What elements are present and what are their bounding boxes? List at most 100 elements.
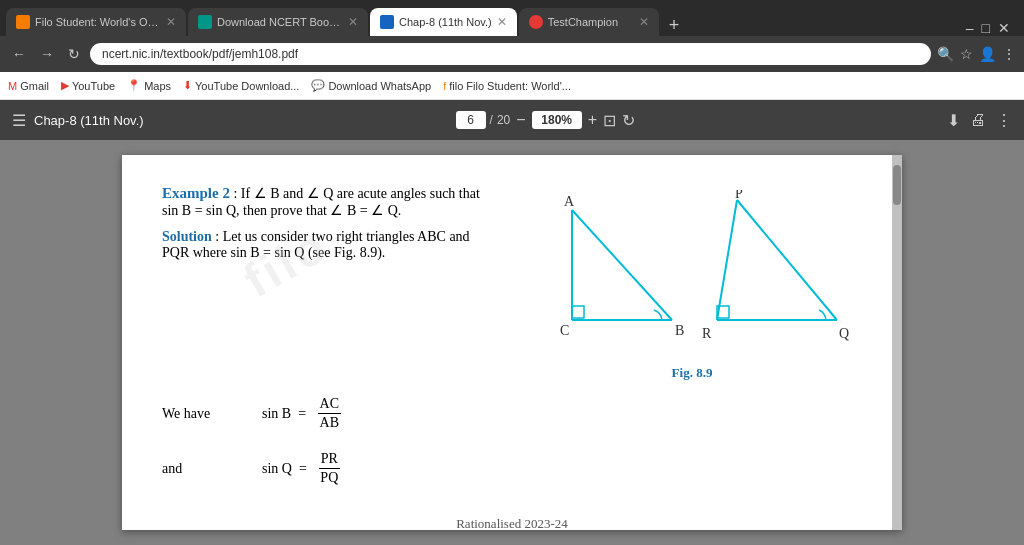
- tab-ncert-close[interactable]: ✕: [348, 15, 358, 29]
- tab-testchampion[interactable]: TestChampion ✕: [519, 8, 659, 36]
- svg-text:Q: Q: [839, 326, 849, 341]
- rotate-button[interactable]: ↻: [622, 111, 635, 130]
- bookmarks-bar: M Gmail ▶ YouTube 📍 Maps ⬇ YouTube Downl…: [0, 72, 1024, 100]
- svg-line-9: [737, 200, 837, 320]
- content-right: A C B P R: [522, 185, 862, 381]
- account-icon[interactable]: 👤: [979, 46, 996, 62]
- minimize-button[interactable]: –: [966, 20, 974, 36]
- filo-favicon: f: [443, 80, 446, 92]
- we-have-label: We have: [162, 406, 242, 422]
- tab-chap8-close[interactable]: ✕: [497, 15, 507, 29]
- bookmark-gmail-label: Gmail: [20, 80, 49, 92]
- sinQ-equation: sin Q = PR PQ: [262, 451, 340, 486]
- bookmark-filo[interactable]: f filo Filo Student: World'...: [443, 80, 571, 92]
- menu-icon[interactable]: ☰: [12, 111, 26, 130]
- print-button[interactable]: 🖨: [970, 111, 986, 129]
- page-total: 20: [497, 113, 510, 127]
- sinB-fraction: AC AB: [318, 396, 341, 431]
- back-button[interactable]: ←: [8, 44, 30, 64]
- tab-filo-close[interactable]: ✕: [166, 15, 176, 29]
- window-controls: – □ ✕: [958, 20, 1018, 36]
- svg-text:R: R: [702, 326, 712, 341]
- bookmark-ytdownload-label: YouTube Download...: [195, 80, 299, 92]
- restore-button[interactable]: □: [982, 20, 990, 36]
- tab-testchampion-label: TestChampion: [548, 16, 634, 28]
- maps-favicon: 📍: [127, 79, 141, 92]
- bookmark-filo-label: filo Filo Student: World'...: [449, 80, 571, 92]
- bookmark-ytdownload[interactable]: ⬇ YouTube Download...: [183, 79, 299, 92]
- toolbar-icons: 🔍 ☆ 👤 ⋮: [937, 46, 1016, 62]
- more-icon[interactable]: ⋮: [1002, 46, 1016, 62]
- svg-text:A: A: [564, 194, 575, 209]
- triangles-svg: A C B P R: [532, 190, 852, 360]
- download-button[interactable]: ⬇: [947, 111, 960, 130]
- tab-testchampion-close[interactable]: ✕: [639, 15, 649, 29]
- pdf-toolbar-center: / 20 − + ⊡ ↻: [152, 111, 939, 130]
- solution-label: Solution: [162, 229, 212, 244]
- bookmark-gmail[interactable]: M Gmail: [8, 80, 49, 92]
- svg-line-2: [572, 210, 672, 320]
- page-container: filo Example 2 : If ∠ B and ∠ Q are acut…: [0, 140, 1024, 545]
- url-input[interactable]: [90, 43, 931, 65]
- page-separator: /: [490, 113, 493, 127]
- bookmark-youtube-label: YouTube: [72, 80, 115, 92]
- zoom-out-button[interactable]: −: [516, 111, 525, 129]
- sinQ-denominator: PQ: [318, 469, 340, 486]
- tab-filo-favicon: [16, 15, 30, 29]
- tab-chap8-favicon: [380, 15, 394, 29]
- scrollbar[interactable]: [892, 155, 902, 530]
- new-tab-button[interactable]: +: [661, 15, 688, 36]
- svg-text:B: B: [675, 323, 684, 338]
- zoom-level-input[interactable]: [532, 111, 582, 129]
- pdf-toolbar-right: ⬇ 🖨 ⋮: [947, 111, 1012, 130]
- sinB-numerator: AC: [318, 396, 341, 414]
- forward-button[interactable]: →: [36, 44, 58, 64]
- search-icon[interactable]: 🔍: [937, 46, 954, 62]
- bookmark-youtube[interactable]: ▶ YouTube: [61, 79, 115, 92]
- youtube-favicon: ▶: [61, 79, 69, 92]
- content-row: Example 2 : If ∠ B and ∠ Q are acute ang…: [162, 185, 862, 381]
- and-row: and sin Q = PR PQ: [162, 451, 862, 486]
- content-left: Example 2 : If ∠ B and ∠ Q are acute ang…: [162, 185, 492, 381]
- fit-page-button[interactable]: ⊡: [603, 111, 616, 130]
- fig-caption: Fig. 8.9: [672, 365, 713, 381]
- more-options-button[interactable]: ⋮: [996, 111, 1012, 130]
- content-body: Example 2 : If ∠ B and ∠ Q are acute ang…: [162, 185, 862, 530]
- pdf-toolbar-left: ☰ Chap-8 (11th Nov.): [12, 111, 144, 130]
- svg-text:P: P: [735, 190, 743, 201]
- pdf-toolbar: ☰ Chap-8 (11th Nov.) / 20 − + ⊡ ↻ ⬇ 🖨 ⋮: [0, 100, 1024, 140]
- tab-ncert-favicon: [198, 15, 212, 29]
- tab-testchampion-favicon: [529, 15, 543, 29]
- sinQ-fraction: PR PQ: [318, 451, 340, 486]
- tab-filo-label: Filo Student: World's Only Live In...: [35, 16, 161, 28]
- pdf-page: filo Example 2 : If ∠ B and ∠ Q are acut…: [122, 155, 902, 530]
- close-button[interactable]: ✕: [998, 20, 1010, 36]
- page-number-input[interactable]: [456, 111, 486, 129]
- svg-line-7: [717, 200, 737, 320]
- bookmark-icon[interactable]: ☆: [960, 46, 973, 62]
- svg-text:C: C: [560, 323, 569, 338]
- and-label: and: [162, 461, 242, 477]
- tab-filo[interactable]: Filo Student: World's Only Live In... ✕: [6, 8, 186, 36]
- bookmark-maps-label: Maps: [144, 80, 171, 92]
- bookmark-whatsapp-label: Download WhatsApp: [328, 80, 431, 92]
- reload-button[interactable]: ↻: [64, 44, 84, 64]
- zoom-in-button[interactable]: +: [588, 111, 597, 129]
- rationalised-text: Rationalised 2023-24: [162, 516, 862, 530]
- example-label: Example 2: [162, 185, 230, 201]
- bookmark-maps[interactable]: 📍 Maps: [127, 79, 171, 92]
- page-info: / 20: [456, 111, 511, 129]
- address-bar: ← → ↻ 🔍 ☆ 👤 ⋮: [0, 36, 1024, 72]
- whatsapp-favicon: 💬: [311, 79, 325, 92]
- bookmark-whatsapp[interactable]: 💬 Download WhatsApp: [311, 79, 431, 92]
- sinB-equation: sin B = AC AB: [262, 396, 341, 431]
- scrollbar-thumb[interactable]: [893, 165, 901, 205]
- sinB-denominator: AB: [318, 414, 341, 431]
- sinQ-numerator: PR: [319, 451, 340, 469]
- tab-chap8[interactable]: Chap-8 (11th Nov.) ✕: [370, 8, 517, 36]
- tab-ncert[interactable]: Download NCERT Book Class 10 ... ✕: [188, 8, 368, 36]
- tab-ncert-label: Download NCERT Book Class 10 ...: [217, 16, 343, 28]
- tab-chap8-label: Chap-8 (11th Nov.): [399, 16, 492, 28]
- tab-bar: Filo Student: World's Only Live In... ✕ …: [0, 0, 1024, 36]
- gmail-favicon: M: [8, 80, 17, 92]
